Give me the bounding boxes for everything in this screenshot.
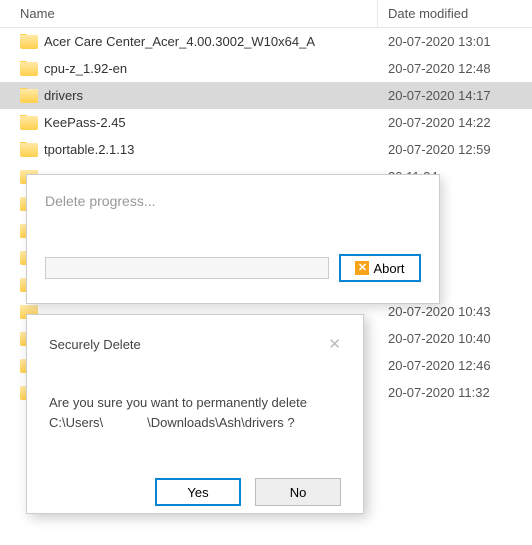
dialog-title: Delete progress... [45,193,421,209]
folder-icon [20,116,38,130]
table-row[interactable]: Acer Care Center_Acer_4.00.3002_W10x64_A… [0,28,532,55]
close-icon[interactable]: ✕ [328,335,341,353]
file-name: cpu-z_1.92-en [44,61,127,76]
header-date[interactable]: Date modified [378,0,532,27]
securely-delete-dialog: Securely Delete ✕ Are you sure you want … [26,314,364,514]
cell-date: 20-07-2020 13:01 [378,34,532,49]
file-name: Acer Care Center_Acer_4.00.3002_W10x64_A [44,34,315,49]
yes-button[interactable]: Yes [155,478,241,506]
cell-date: 20-07-2020 10:40 [378,331,532,346]
file-name: drivers [44,88,83,103]
file-name: KeePass-2.45 [44,115,126,130]
cell-name: KeePass-2.45 [0,115,378,130]
cell-date: 20-07-2020 14:22 [378,115,532,130]
folder-icon [20,62,38,76]
cell-date: 20-07-2020 14:17 [378,88,532,103]
folder-icon [20,35,38,49]
delete-progress-dialog: Delete progress... ✕ Abort [26,174,440,304]
header-name[interactable]: Name [0,0,378,27]
file-name: tportable.2.1.13 [44,142,134,157]
abort-label: Abort [373,261,404,276]
no-button[interactable]: No [255,478,341,506]
table-row[interactable]: cpu-z_1.92-en 20-07-2020 12:48 [0,55,532,82]
cell-name: drivers [0,88,378,103]
table-row[interactable]: drivers 20-07-2020 14:17 [0,82,532,109]
cell-date: 20-07-2020 10:43 [378,304,532,319]
table-row[interactable]: tportable.2.1.13 20-07-2020 12:59 [0,136,532,163]
cell-name: tportable.2.1.13 [0,142,378,157]
cell-date: 20-07-2020 12:48 [378,61,532,76]
cell-date: 20-07-2020 12:59 [378,142,532,157]
redacted-username [103,415,147,427]
folder-icon [20,143,38,157]
cell-date: 20-07-2020 12:46 [378,358,532,373]
table-row[interactable]: KeePass-2.45 20-07-2020 14:22 [0,109,532,136]
column-headers: Name Date modified [0,0,532,28]
cell-date: 20-07-2020 11:32 [378,385,532,400]
cancel-icon: ✕ [355,261,369,275]
dialog-title: Securely Delete [49,337,141,352]
folder-icon [20,89,38,103]
cell-name: cpu-z_1.92-en [0,61,378,76]
confirm-message: Are you sure you want to permanently del… [49,393,341,432]
cell-name: Acer Care Center_Acer_4.00.3002_W10x64_A [0,34,378,49]
progress-bar [45,257,329,279]
abort-button[interactable]: ✕ Abort [339,254,421,282]
